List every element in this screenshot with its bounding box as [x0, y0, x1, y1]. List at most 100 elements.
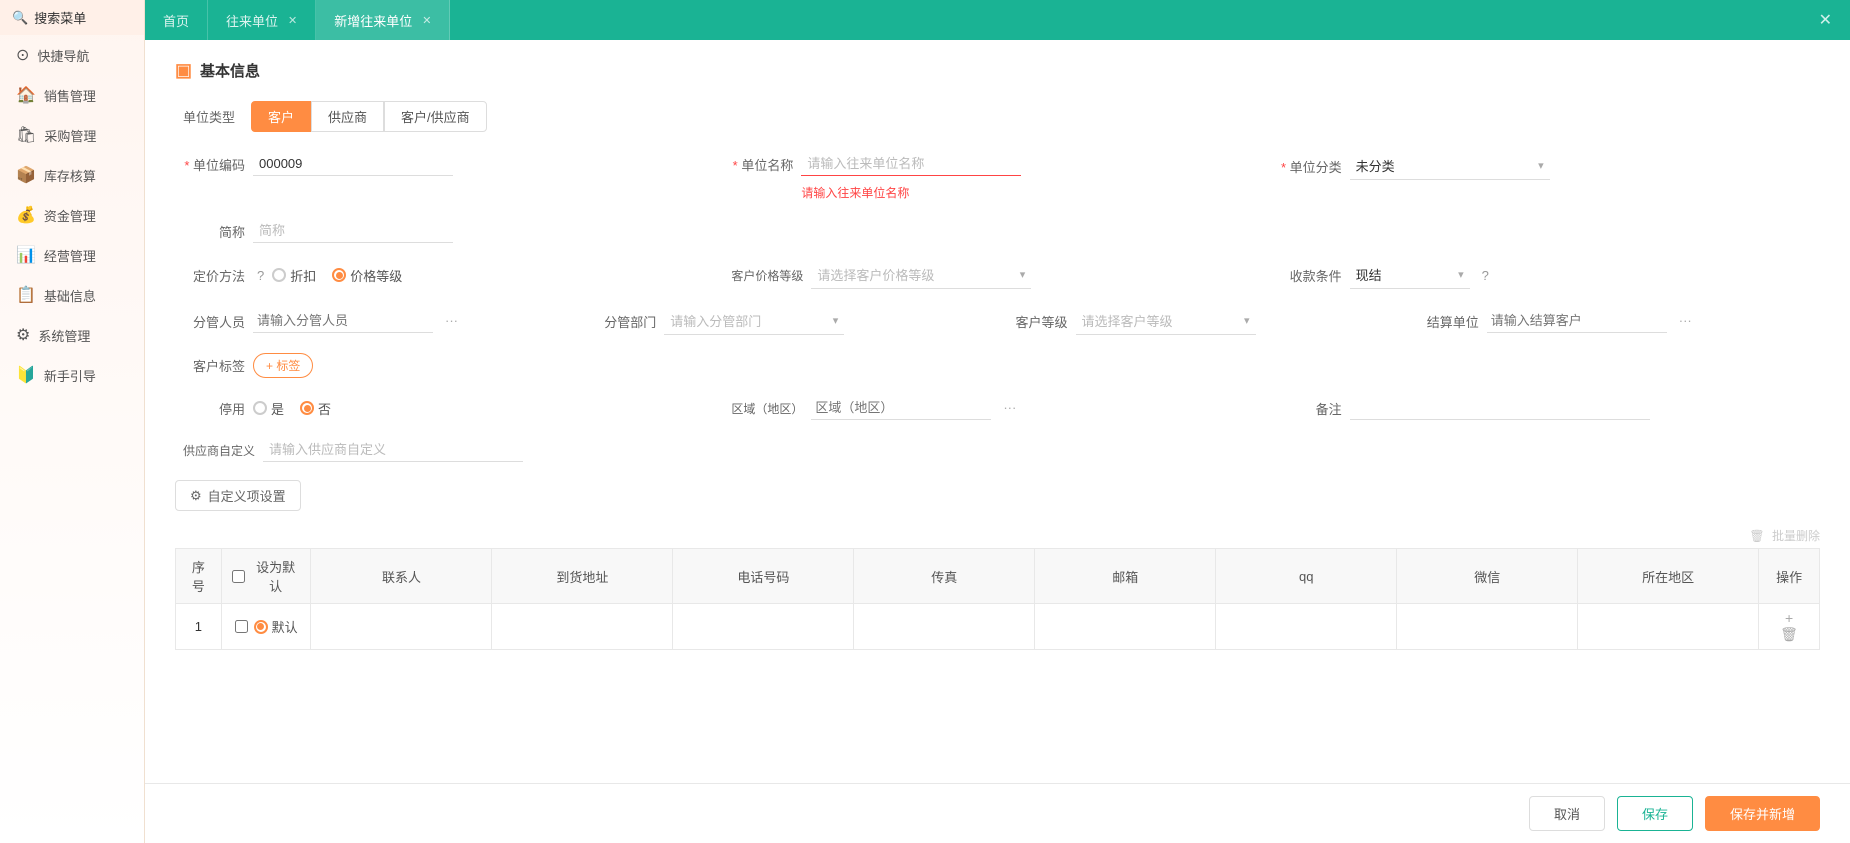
pricing-info-icon[interactable]: ?: [257, 268, 264, 283]
tags-label: 客户标签: [175, 356, 245, 375]
sidebar-item-label: 采购管理: [44, 126, 96, 145]
settlement-unit-input[interactable]: [1487, 309, 1671, 332]
unit-btn-supplier[interactable]: 供应商: [311, 101, 384, 132]
sidebar-item-finance[interactable]: 💰 资金管理: [0, 195, 144, 235]
settlement-unit-field: 结算单位 ···: [1409, 309, 1820, 333]
remark-input[interactable]: [1350, 396, 1650, 420]
main-area: 首页 往来单位 ✕ 新增往来单位 ✕ ✕ ▣ 基本信息 单位类型 客户 供应商 …: [145, 0, 1850, 843]
save-button[interactable]: 保存: [1617, 796, 1693, 831]
tab-new-partner[interactable]: 新增往来单位 ✕: [316, 0, 450, 40]
manager-row: 分管人员 ··· 分管部门 请输入分管部门 ▾ 客户等级 请选择客户等级 ▾: [175, 307, 1820, 335]
disabled-no-radio[interactable]: 否: [300, 399, 331, 418]
batch-delete-label[interactable]: 批量删除: [1772, 529, 1820, 543]
unit-name-input[interactable]: [801, 152, 1021, 176]
unit-btn-customer[interactable]: 客户: [251, 101, 311, 132]
tags-field: 客户标签 + 标签: [175, 353, 1820, 378]
tags-row: 客户标签 + 标签: [175, 353, 1820, 378]
payment-terms-label: 收款条件: [1272, 266, 1342, 285]
wechat-input[interactable]: [1407, 619, 1567, 634]
cell-wechat[interactable]: [1397, 604, 1578, 650]
unit-category-chevron: ▾: [1538, 159, 1544, 172]
cell-index: 1: [176, 604, 222, 650]
tab-bar: 首页 往来单位 ✕ 新增往来单位 ✕ ✕: [145, 0, 1850, 40]
email-input[interactable]: [1045, 619, 1205, 634]
tab-partners-close[interactable]: ✕: [288, 14, 297, 27]
phone-input[interactable]: [683, 619, 843, 634]
sidebar-item-label: 销售管理: [44, 86, 96, 105]
custom-settings-button[interactable]: ⚙ 自定义项设置: [175, 480, 301, 511]
tab-new-partner-close[interactable]: ✕: [422, 14, 431, 27]
table-header-row: 序号 设为默认 联系人 到货地址 电话号码 传真 邮箱 qq 微信 所在地区: [176, 549, 1820, 604]
pricing-discount-radio[interactable]: 折扣: [272, 266, 316, 285]
sidebar-item-purchase[interactable]: 🛍 采购管理: [0, 115, 144, 155]
region-cell-input[interactable]: [1588, 619, 1748, 634]
add-tag-button[interactable]: + 标签: [253, 353, 313, 378]
default-radio[interactable]: 默认: [254, 617, 298, 636]
guide-icon: 🔰: [16, 365, 36, 385]
save-and-add-button[interactable]: 保存并新增: [1705, 796, 1820, 831]
disabled-row: 停用 是 否 区域（地区） ···: [175, 396, 1820, 420]
disabled-yes-radio[interactable]: 是: [253, 399, 284, 418]
sidebar-item-label: 新手引导: [44, 366, 96, 385]
unit-type-row: 单位类型 客户 供应商 客户/供应商: [175, 101, 1820, 132]
cell-qq[interactable]: [1216, 604, 1397, 650]
tab-bar-close[interactable]: ✕: [1801, 10, 1850, 30]
cancel-button[interactable]: 取消: [1529, 796, 1605, 831]
remark-label: 备注: [1272, 399, 1342, 418]
contact-input[interactable]: [321, 619, 481, 634]
qq-input[interactable]: [1226, 619, 1386, 634]
tab-home[interactable]: 首页: [145, 0, 208, 40]
disabled-field: 停用 是 否: [175, 399, 723, 418]
sidebar-item-inventory[interactable]: 📦 库存核算: [0, 155, 144, 195]
unit-btn-both[interactable]: 客户/供应商: [384, 101, 487, 132]
address-input[interactable]: [502, 619, 662, 634]
supplier-custom-input[interactable]: [263, 438, 523, 462]
col-region: 所在地区: [1578, 549, 1759, 604]
select-all-checkbox[interactable]: [232, 570, 245, 583]
col-default: 设为默认: [221, 549, 311, 604]
row-checkbox[interactable]: [235, 620, 248, 633]
col-index: 序号: [176, 549, 222, 604]
sidebar-item-system[interactable]: ⚙ 系统管理: [0, 315, 144, 355]
region-field: 区域（地区） ···: [723, 396, 1271, 420]
tab-partners[interactable]: 往来单位 ✕: [208, 0, 316, 40]
inventory-icon: 📦: [16, 165, 36, 185]
manager-input[interactable]: [253, 309, 437, 332]
manager-field: 分管人员 ···: [175, 309, 586, 333]
settings-gear-icon: ⚙: [190, 488, 202, 504]
fax-input[interactable]: [864, 619, 1024, 634]
settlement-unit-dots-btn[interactable]: ···: [1675, 311, 1696, 330]
sidebar-item-basic-info[interactable]: 📋 基础信息: [0, 275, 144, 315]
short-name-input[interactable]: [253, 219, 453, 243]
region-label: 区域（地区）: [723, 400, 803, 417]
contact-table: 序号 设为默认 联系人 到货地址 电话号码 传真 邮箱 qq 微信 所在地区: [175, 548, 1820, 650]
manager-dots-btn[interactable]: ···: [441, 311, 462, 330]
sidebar-item-label: 资金管理: [44, 206, 96, 225]
region-dots-btn[interactable]: ···: [999, 398, 1020, 417]
sidebar-item-search[interactable]: 🔍 搜索菜单: [0, 0, 144, 35]
sidebar-item-label: 快捷导航: [37, 46, 89, 65]
cell-region[interactable]: [1578, 604, 1759, 650]
sidebar-item-quick-nav[interactable]: ⊙ 快捷导航: [0, 35, 144, 75]
region-input[interactable]: [811, 396, 995, 419]
cell-address[interactable]: [492, 604, 673, 650]
payment-terms-chevron: ▾: [1458, 268, 1464, 281]
payment-terms-info-icon[interactable]: ?: [1482, 268, 1489, 283]
sidebar-item-sales[interactable]: 🏠 销售管理: [0, 75, 144, 115]
unit-name-label: 单位名称: [723, 155, 793, 174]
sidebar-item-guide[interactable]: 🔰 新手引导: [0, 355, 144, 395]
cell-fax[interactable]: [854, 604, 1035, 650]
sidebar-item-operations[interactable]: 📊 经营管理: [0, 235, 144, 275]
cell-phone[interactable]: [673, 604, 854, 650]
custom-settings-label: 自定义项设置: [208, 486, 286, 505]
unit-code-input[interactable]: [253, 152, 453, 176]
row-delete-button[interactable]: 🗑: [1777, 626, 1801, 643]
supplier-custom-label: 供应商自定义: [175, 442, 255, 459]
cell-contact[interactable]: [311, 604, 492, 650]
cell-email[interactable]: [1035, 604, 1216, 650]
remark-field: 备注: [1272, 396, 1820, 420]
pricing-level-radio[interactable]: 价格等级: [332, 266, 402, 285]
sidebar-item-label: 库存核算: [44, 166, 96, 185]
row-add-button[interactable]: +: [1782, 610, 1796, 626]
home-icon: ⊙: [16, 45, 29, 65]
